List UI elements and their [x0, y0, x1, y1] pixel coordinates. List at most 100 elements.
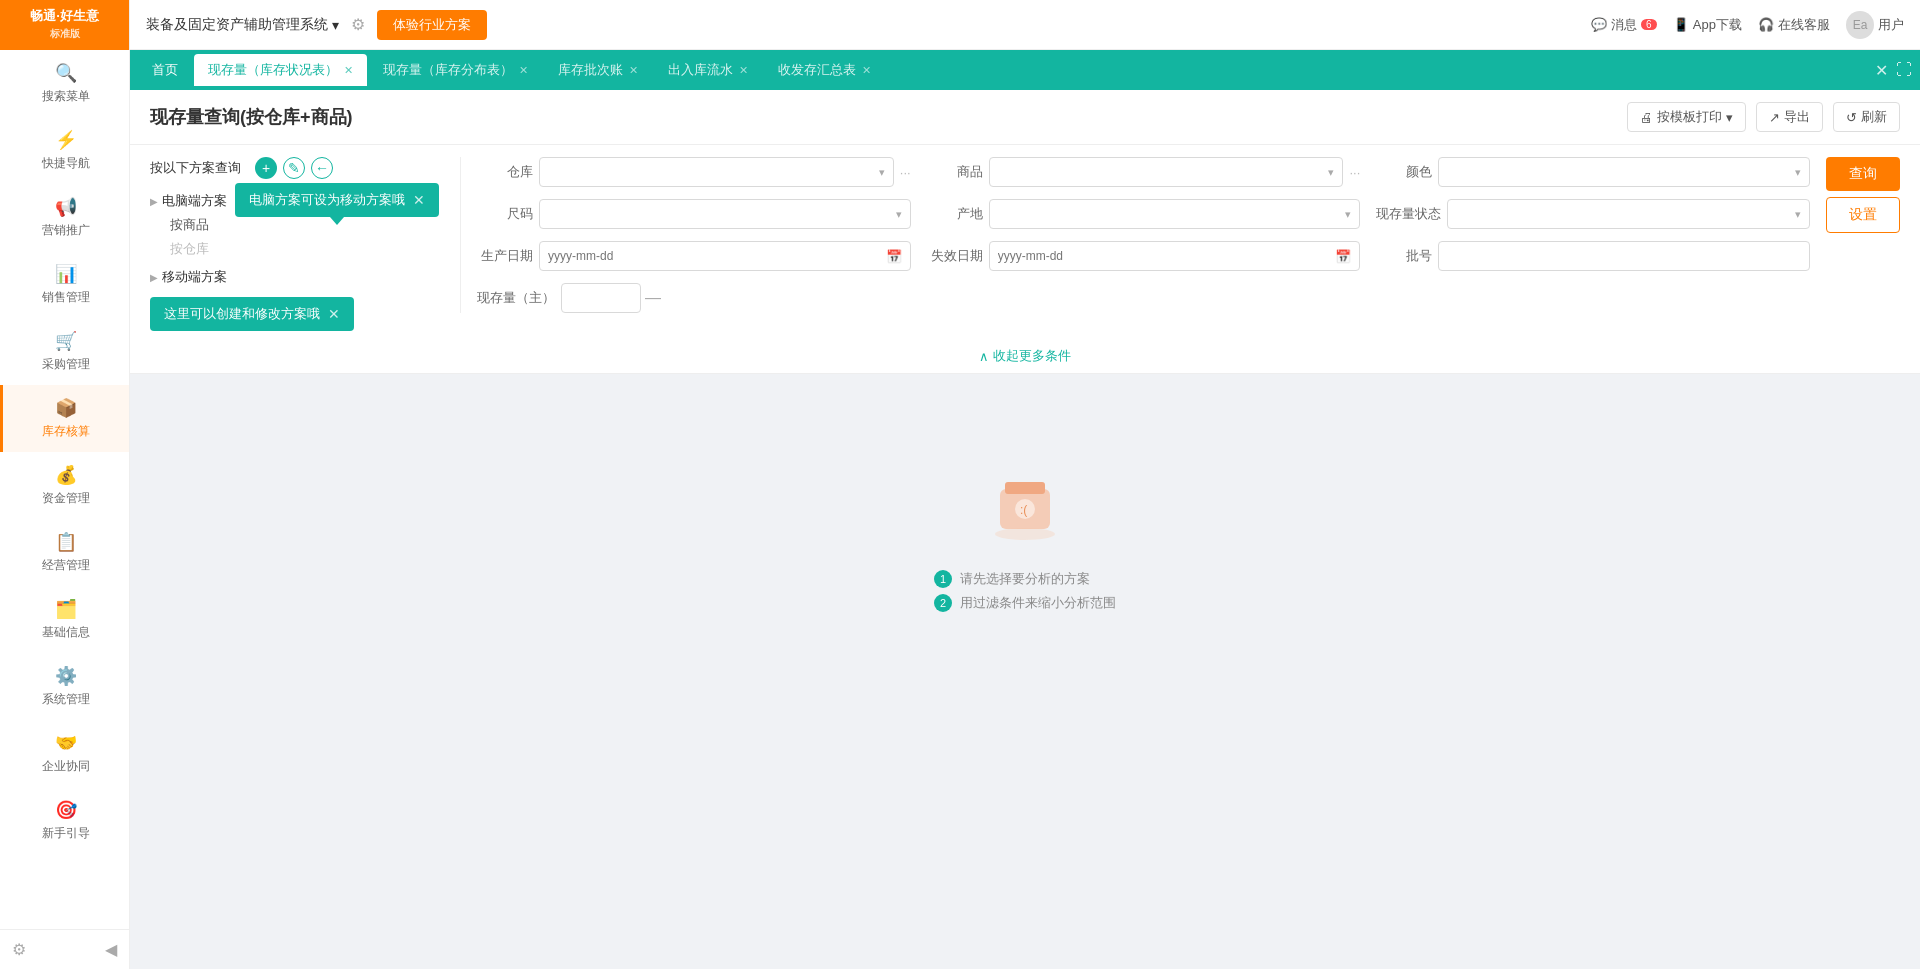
expand-icon[interactable]: ⛶ [1896, 61, 1912, 79]
tooltip2-text: 这里可以创建和修改方案哦 [164, 305, 320, 323]
tab-close-icon[interactable]: ✕ [519, 64, 528, 77]
sidebar-item-finance[interactable]: 💰 资金管理 [0, 452, 129, 519]
expire-date-input-wrapper[interactable]: 📅 [989, 241, 1361, 271]
sidebar-item-system[interactable]: ⚙️ 系统管理 [0, 653, 129, 720]
warehouse-select[interactable]: ▾ [539, 157, 894, 187]
phone-icon: 📱 [1673, 17, 1689, 32]
tab-label: 库存批次账 [558, 61, 623, 79]
user-item[interactable]: Ea 用户 [1846, 11, 1904, 39]
add-scheme-button[interactable]: + [255, 157, 277, 179]
export-icon: ↗ [1769, 110, 1780, 125]
settings-footer-icon[interactable]: ⚙ [12, 940, 26, 959]
print-label: 按模板打印 [1657, 108, 1722, 126]
sidebar-item-basic[interactable]: 🗂️ 基础信息 [0, 586, 129, 653]
tooltip1-close-button[interactable]: ✕ [413, 192, 425, 208]
tab-summary[interactable]: 收发存汇总表 ✕ [764, 54, 885, 86]
handshake-icon: 🤝 [55, 732, 77, 754]
empty-illustration: :( [975, 454, 1075, 558]
sidebar-item-quick-nav[interactable]: ⚡ 快捷导航 [0, 117, 129, 184]
tooltip1-text: 电脑方案可设为移动方案哦 [249, 191, 405, 209]
scheme-item-warehouse[interactable]: 按仓库 [150, 237, 227, 261]
online-service-item[interactable]: 🎧 在线客服 [1758, 16, 1830, 34]
nav-tabs-bar: 首页 现存量（库存状况表） ✕ 现存量（库存分布表） ✕ 库存批次账 ✕ 出入库… [130, 50, 1920, 90]
sidebar-item-marketing[interactable]: 📢 营销推广 [0, 184, 129, 251]
scheme-group-pc[interactable]: ▶ 电脑端方案 [150, 189, 227, 213]
collapse-button[interactable]: ∧ 收起更多条件 [150, 339, 1900, 373]
produce-date-input-wrapper[interactable]: 📅 [539, 241, 911, 271]
produce-date-label: 生产日期 [477, 247, 533, 265]
export-button[interactable]: ↗ 导出 [1756, 102, 1823, 132]
tooltip2-close-button[interactable]: ✕ [328, 306, 340, 322]
product-label: 商品 [927, 163, 983, 181]
svg-point-0 [995, 528, 1055, 540]
sidebar: 畅通·好生意 标准版 🔍 搜索菜单 ⚡ 快捷导航 📢 营销推广 📊 销售管理 🛒… [0, 0, 130, 969]
step-1-num: 1 [934, 570, 952, 588]
tooltip-arrow [330, 217, 344, 225]
warehouse-label: 仓库 [477, 163, 533, 181]
notification-item[interactable]: 💬 消息 6 [1591, 16, 1657, 34]
industry-solution-button[interactable]: 体验行业方案 [377, 10, 487, 40]
topbar-settings-icon[interactable]: ⚙ [351, 15, 365, 34]
sidebar-item-inventory[interactable]: 📦 库存核算 [0, 385, 129, 452]
stock-qty-field: 现存量（主） — [477, 283, 911, 313]
sidebar-item-enterprise[interactable]: 🤝 企业协同 [0, 720, 129, 787]
edit-scheme-button[interactable]: ✎ [283, 157, 305, 179]
tab-stock-distribution[interactable]: 现存量（库存分布表） ✕ [369, 54, 542, 86]
sidebar-item-search[interactable]: 🔍 搜索菜单 [0, 50, 129, 117]
content-area: 现存量查询(按仓库+商品) 🖨 按模板打印 ▾ ↗ 导出 ↺ 刷新 [130, 90, 1920, 969]
stock-status-select[interactable]: ▾ [1447, 199, 1810, 229]
sidebar-item-purchase[interactable]: 🛒 采购管理 [0, 318, 129, 385]
batch-input[interactable] [1438, 241, 1810, 271]
tab-flow[interactable]: 出入库流水 ✕ [654, 54, 762, 86]
expire-date-input[interactable] [998, 241, 1332, 271]
sidebar-item-label: 资金管理 [42, 490, 90, 507]
tab-close-icon[interactable]: ✕ [344, 64, 353, 77]
sidebar-footer: ⚙ ◀ [0, 929, 129, 969]
tab-batch-account[interactable]: 库存批次账 ✕ [544, 54, 652, 86]
setting-button[interactable]: 设置 [1826, 197, 1900, 233]
app-download-item[interactable]: 📱 App下载 [1673, 16, 1742, 34]
online-service-label: 在线客服 [1778, 16, 1830, 34]
refresh-button[interactable]: ↺ 刷新 [1833, 102, 1900, 132]
calendar-icon[interactable]: 📅 [1335, 249, 1351, 264]
print-button[interactable]: 🖨 按模板打印 ▾ [1627, 102, 1746, 132]
system-selector[interactable]: 装备及固定资产辅助管理系统 ▾ [146, 16, 339, 34]
tab-close-icon[interactable]: ✕ [629, 64, 638, 77]
page-title: 现存量查询(按仓库+商品) [150, 105, 353, 129]
origin-select[interactable]: ▾ [989, 199, 1361, 229]
search-btn-column: 查询 设置 [1826, 157, 1900, 233]
chevron-down-icon: ▾ [879, 166, 885, 179]
chevron-down-icon: ▾ [1795, 208, 1801, 221]
tab-close-icon[interactable]: ✕ [739, 64, 748, 77]
warehouse-field: 仓库 ▾ ··· [477, 157, 911, 187]
scheme-group-mobile[interactable]: ▶ 移动端方案 [150, 265, 227, 289]
scheme-item-product[interactable]: 按商品 [150, 213, 227, 237]
export-label: 导出 [1784, 108, 1810, 126]
stock-qty-min[interactable] [561, 283, 641, 313]
product-select[interactable]: ▾ [989, 157, 1344, 187]
svg-text::(: :( [1020, 503, 1027, 517]
back-scheme-button[interactable]: ← [311, 157, 333, 179]
empty-steps: 1 请先选择要分析的方案 2 用过滤条件来缩小分析范围 [934, 570, 1116, 612]
message-icon: 💬 [1591, 17, 1607, 32]
sidebar-item-label: 采购管理 [42, 356, 90, 373]
calendar-icon[interactable]: 📅 [886, 249, 902, 264]
sidebar-item-operations[interactable]: 📋 经营管理 [0, 519, 129, 586]
color-select[interactable]: ▾ [1438, 157, 1810, 187]
tab-home[interactable]: 首页 [138, 54, 192, 86]
tab-close-icon[interactable]: ✕ [862, 64, 871, 77]
tab-stock-status[interactable]: 现存量（库存状况表） ✕ [194, 54, 367, 86]
arrow-right-icon: ▶ [150, 272, 158, 283]
sidebar-item-sales[interactable]: 📊 销售管理 [0, 251, 129, 318]
scheme-list: ▶ 电脑端方案 按商品 按仓库 ▶ 移动端方案 [150, 189, 227, 289]
size-select[interactable]: ▾ [539, 199, 911, 229]
close-all-tabs-icon[interactable]: ✕ [1875, 61, 1888, 80]
sidebar-item-guide[interactable]: 🎯 新手引导 [0, 787, 129, 854]
tab-label: 现存量（库存状况表） [208, 61, 338, 79]
produce-date-input[interactable] [548, 241, 882, 271]
collapse-sidebar-icon[interactable]: ◀ [105, 940, 117, 959]
warehouse-dots[interactable]: ··· [900, 165, 911, 180]
chevron-down-icon: ▾ [1328, 166, 1334, 179]
search-button[interactable]: 查询 [1826, 157, 1900, 191]
product-dots[interactable]: ··· [1349, 165, 1360, 180]
